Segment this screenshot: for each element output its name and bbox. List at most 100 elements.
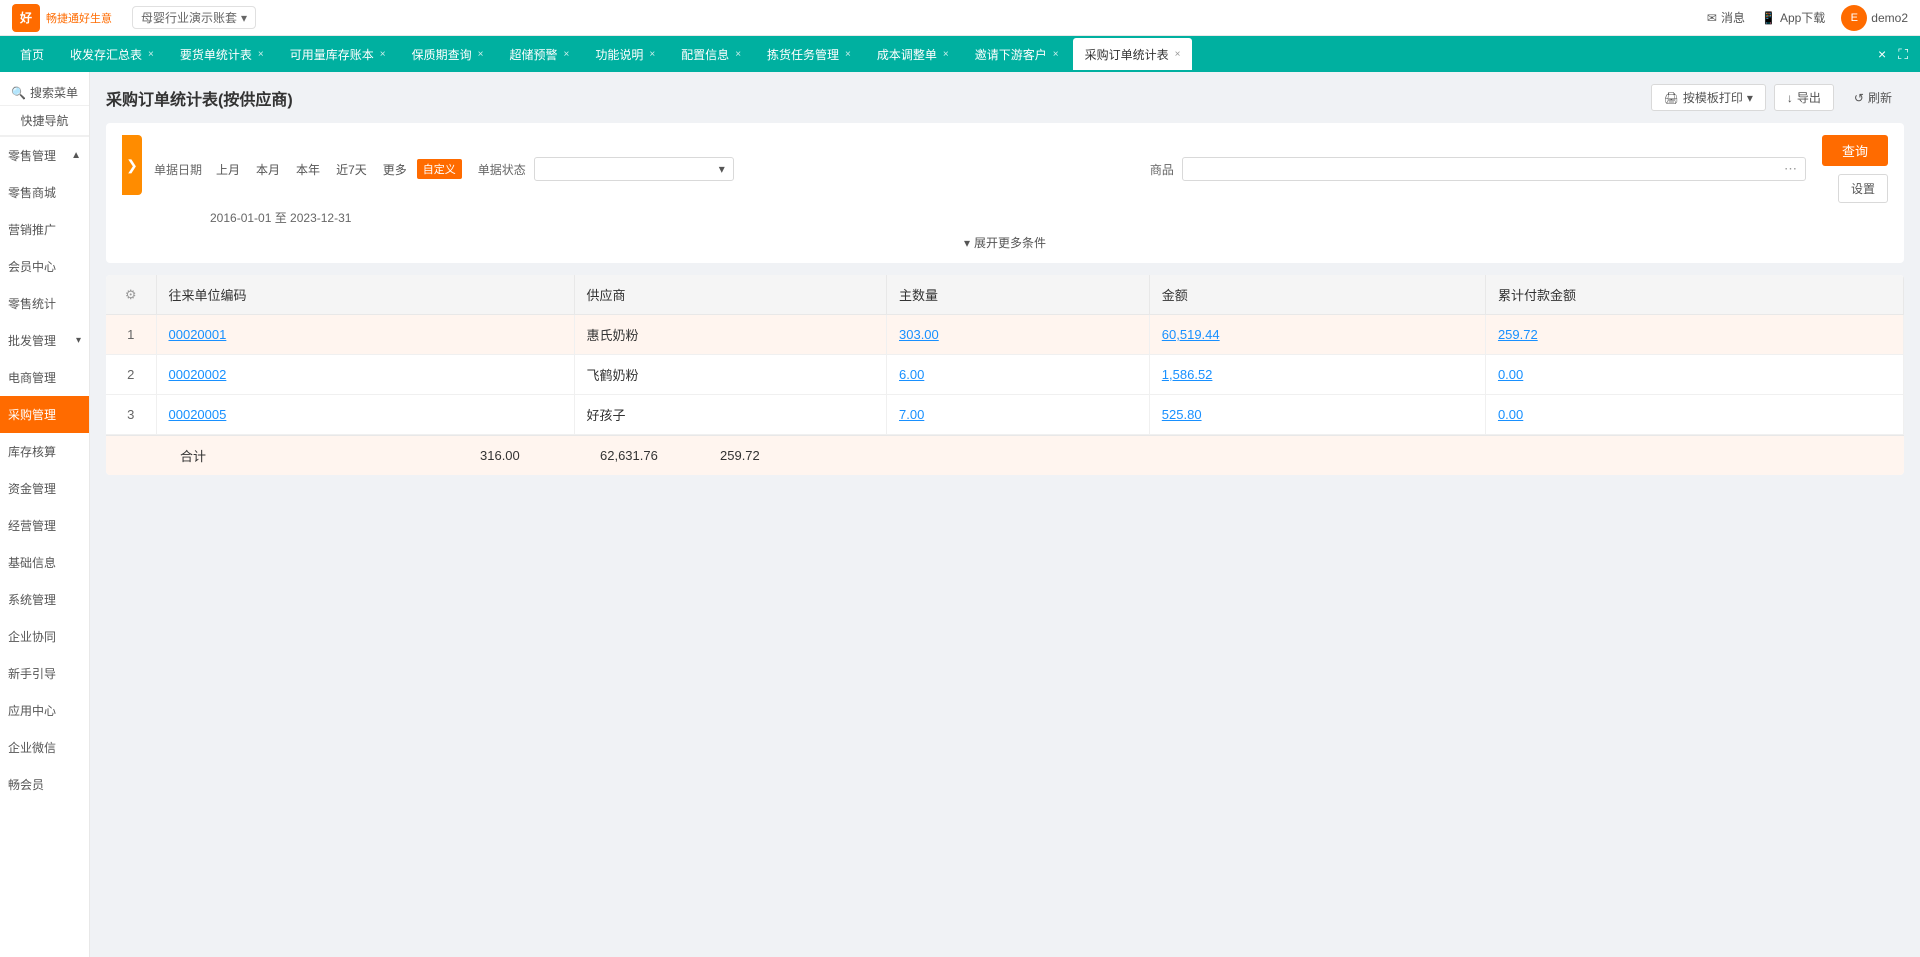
sidebar-item-purchase[interactable]: 采购管理 — [0, 396, 89, 433]
row3-amount-link[interactable]: 525.80 — [1162, 407, 1202, 422]
tab-batch-task[interactable]: 拣货任务管理 × — [755, 38, 863, 70]
sidebar-item-basics[interactable]: 基础信息 — [0, 544, 89, 581]
tab-cost-adjust[interactable]: 成本调整单 × — [865, 38, 961, 70]
tab-available-stock-close-icon[interactable]: × — [380, 49, 386, 60]
col-paid-amount-header: 累计付款金额 — [1485, 275, 1903, 315]
filter-expand-arrow-btn[interactable]: ❯ — [122, 135, 142, 195]
app-download-btn[interactable]: 📱 App下载 — [1761, 9, 1825, 26]
tab-purchase-summary-close-icon[interactable]: × — [1175, 49, 1181, 60]
tab-config-info-close-icon[interactable]: × — [735, 49, 741, 60]
user-profile[interactable]: E demo2 — [1841, 5, 1908, 31]
tab-expiry-query-close-icon[interactable]: × — [478, 49, 484, 60]
settings-btn[interactable]: 设置 — [1838, 174, 1888, 203]
row1-main-qty-link[interactable]: 303.00 — [899, 327, 939, 342]
tab-expiry-query-label: 保质期查询 — [412, 46, 472, 63]
messages-btn[interactable]: ✉ 消息 — [1707, 9, 1745, 26]
sidebar-item-system-label: 系统管理 — [8, 591, 56, 608]
row3-main-qty-link[interactable]: 7.00 — [899, 407, 924, 422]
tab-order-summary-close-icon[interactable]: × — [258, 49, 264, 60]
sidebar-item-enterprise[interactable]: 企业协同 — [0, 618, 89, 655]
tab-batch-task-close-icon[interactable]: × — [845, 49, 851, 60]
page-title-bar: 采购订单统计表(按供应商) 🖨 按模板打印 ▾ ↓ 导出 ↺ 刷新 — [106, 84, 1904, 111]
tab-func-description[interactable]: 功能说明 × — [583, 38, 667, 70]
row1-paid-amount-link[interactable]: 259.72 — [1498, 327, 1538, 342]
tab-purchase-summary[interactable]: 采购订单统计表 × — [1073, 38, 1193, 70]
tab-invite-downstream[interactable]: 邀请下游客户 × — [963, 38, 1071, 70]
print-icon: 🖨 — [1664, 91, 1679, 105]
status-select[interactable]: ▾ — [534, 157, 734, 181]
row3-paid-amount-link[interactable]: 0.00 — [1498, 407, 1523, 422]
print-btn[interactable]: 🖨 按模板打印 ▾ — [1651, 84, 1766, 111]
row2-paid-amount-link[interactable]: 0.00 — [1498, 367, 1523, 382]
search-btn[interactable]: 查询 — [1822, 135, 1888, 166]
goods-filter-label: 商品 — [1150, 161, 1174, 178]
sidebar-item-members[interactable]: 会员中心 — [0, 248, 89, 285]
row2-main-qty-link[interactable]: 6.00 — [899, 367, 924, 382]
sidebar-item-marketing[interactable]: 营销推广 — [0, 211, 89, 248]
col-setting-header[interactable]: ⚙ — [106, 275, 156, 315]
sidebar-item-app-center[interactable]: 应用中心 — [0, 692, 89, 729]
row2-supplier-code-link[interactable]: 00020002 — [169, 367, 227, 382]
tab-home[interactable]: 首页 — [8, 38, 56, 70]
sidebar-item-retail[interactable]: 零售管理 ▲ — [0, 137, 89, 174]
tab-collect-summary-close-icon[interactable]: × — [148, 49, 154, 60]
shortcut-custom[interactable]: 自定义 — [417, 159, 462, 179]
search-menu-btn[interactable]: 🔍 搜索菜单 — [0, 80, 89, 105]
tab-maximize-btn[interactable]: ⛶ — [1894, 44, 1912, 65]
col-setting-icon[interactable]: ⚙ — [125, 287, 137, 302]
expand-more-btn[interactable]: ▾ 展开更多条件 — [122, 234, 1888, 251]
tab-collect-summary-label: 收发存汇总表 — [70, 46, 142, 63]
tab-collect-summary[interactable]: 收发存汇总表 × — [58, 38, 166, 70]
sidebar-item-retail-stats[interactable]: 零售统计 — [0, 285, 89, 322]
sidebar-item-system[interactable]: 系统管理 — [0, 581, 89, 618]
date-range-display: 2016-01-01 至 2023-12-31 — [210, 209, 351, 226]
sidebar-item-member-club[interactable]: 畅会员 — [0, 766, 89, 803]
sidebar-item-inventory[interactable]: 库存核算 — [0, 433, 89, 470]
tab-order-summary-label: 要货单统计表 — [180, 46, 252, 63]
tab-order-summary[interactable]: 要货单统计表 × — [168, 38, 276, 70]
tab-overstock-warning-close-icon[interactable]: × — [563, 49, 569, 60]
shortcut-this-month[interactable]: 本月 — [250, 159, 286, 180]
row1-supplier-code-link[interactable]: 00020001 — [169, 327, 227, 342]
shortcut-more[interactable]: 更多 — [377, 159, 413, 180]
tab-expiry-query[interactable]: 保质期查询 × — [400, 38, 496, 70]
tab-invite-downstream-close-icon[interactable]: × — [1053, 49, 1059, 60]
sidebar-item-operations[interactable]: 经营管理 — [0, 507, 89, 544]
footer-content: 合计 316.00 62,631.76 259.72 — [168, 446, 1892, 465]
row3-main-qty: 7.00 — [887, 395, 1150, 435]
row1-amount-link[interactable]: 60,519.44 — [1162, 327, 1220, 342]
tab-config-info[interactable]: 配置信息 × — [669, 38, 753, 70]
tab-overstock-warning[interactable]: 超储预警 × — [497, 38, 581, 70]
shortcut-7days[interactable]: 近7天 — [330, 159, 373, 180]
shortcut-this-year[interactable]: 本年 — [290, 159, 326, 180]
quick-nav-label: 快捷导航 — [20, 114, 68, 128]
sidebar-item-wholesale[interactable]: 批发管理 ▾ — [0, 322, 89, 359]
sidebar-item-retail-stats-label: 零售统计 — [8, 295, 56, 312]
export-btn[interactable]: ↓ 导出 — [1774, 84, 1834, 111]
tab-cost-adjust-close-icon[interactable]: × — [943, 49, 949, 60]
row3-supplier-code: 00020005 — [156, 395, 574, 435]
sidebar-item-ecommerce[interactable]: 电商管理 — [0, 359, 89, 396]
row2-amount-link[interactable]: 1,586.52 — [1162, 367, 1213, 382]
sidebar-item-basics-label: 基础信息 — [8, 554, 56, 571]
row3-amount: 525.80 — [1149, 395, 1485, 435]
workspace-selector[interactable]: 母婴行业演示账套 ▾ — [132, 6, 256, 29]
row3-supplier-code-link[interactable]: 00020005 — [169, 407, 227, 422]
refresh-btn[interactable]: ↺ 刷新 — [1842, 85, 1904, 110]
tab-close-btn[interactable]: × — [1874, 44, 1890, 64]
goods-input[interactable] — [1183, 158, 1776, 180]
sidebar-search-section: 🔍 搜索菜单 — [0, 80, 89, 106]
sidebar-item-finance[interactable]: 资金管理 — [0, 470, 89, 507]
sidebar-item-enterprise-wechat[interactable]: 企业微信 — [0, 729, 89, 766]
tab-func-description-close-icon[interactable]: × — [649, 49, 655, 60]
expand-arrow-icon: ❯ — [126, 157, 138, 174]
sidebar-item-retail-store[interactable]: 零售商城 — [0, 174, 89, 211]
top-bar-left: 好 畅捷通好生意 母婴行业演示账套 ▾ — [12, 4, 256, 32]
sidebar-item-members-label: 会员中心 — [8, 258, 56, 275]
shortcut-last-month[interactable]: 上月 — [210, 159, 246, 180]
sidebar-item-newbie[interactable]: 新手引导 — [0, 655, 89, 692]
tab-available-stock[interactable]: 可用量库存账本 × — [278, 38, 398, 70]
goods-search-icon[interactable]: ⋯ — [1776, 161, 1805, 177]
tab-invite-downstream-label: 邀请下游客户 — [975, 46, 1047, 63]
quick-nav-btn[interactable]: 快捷导航 — [0, 106, 89, 136]
